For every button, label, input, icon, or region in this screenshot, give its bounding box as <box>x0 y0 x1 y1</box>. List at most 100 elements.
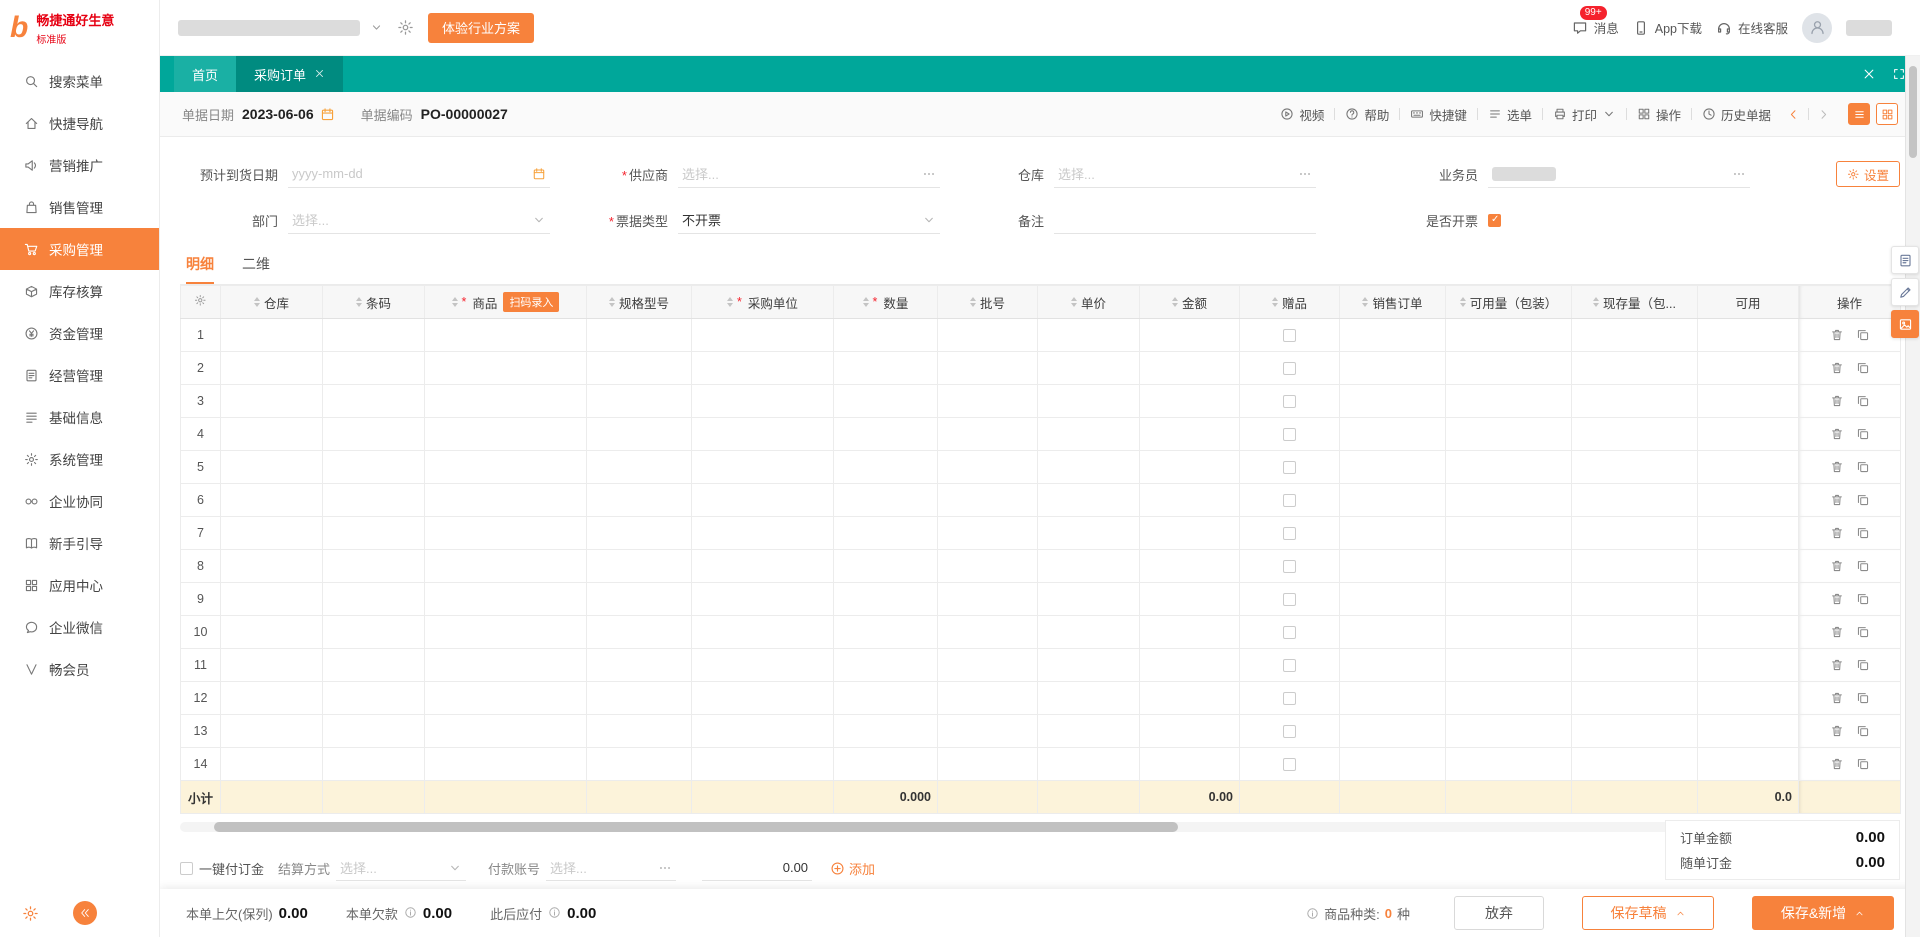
grid-cell-product[interactable] <box>424 615 587 649</box>
gift-checkbox[interactable] <box>1283 692 1296 706</box>
grid-cell-qty[interactable] <box>833 351 938 385</box>
gift-checkbox[interactable] <box>1283 527 1296 541</box>
grid-cell-unit[interactable] <box>691 351 834 385</box>
scan-entry-button[interactable]: 扫码录入 <box>503 292 560 312</box>
delete-row-button[interactable] <box>1830 558 1844 574</box>
copy-row-button[interactable] <box>1856 756 1870 772</box>
sidebar-item-link[interactable]: 企业协同 <box>0 480 159 522</box>
grid-cell-warehouse[interactable] <box>220 384 323 418</box>
copy-row-button[interactable] <box>1856 690 1870 706</box>
grid-cell-barcode[interactable] <box>322 648 425 682</box>
grid-cell-price[interactable] <box>1037 714 1140 748</box>
grid-cell-unit[interactable] <box>691 483 834 517</box>
grid-cell-spec[interactable] <box>586 681 692 715</box>
grid-cell-stock_pack[interactable] <box>1571 516 1698 550</box>
experience-plan-button[interactable]: 体验行业方案 <box>428 12 535 43</box>
delete-row-button[interactable] <box>1830 426 1844 442</box>
grid-cell-qty[interactable] <box>833 747 938 781</box>
detail-tab-0[interactable]: 明细 <box>186 245 214 284</box>
grid-cell-qty[interactable] <box>833 516 938 550</box>
grid-cell-spec[interactable] <box>586 483 692 517</box>
grid-cell-unit[interactable] <box>691 648 834 682</box>
grid-cell-product[interactable] <box>424 681 587 715</box>
sort-icon[interactable] <box>253 297 260 307</box>
grid-cell-stock_pack[interactable] <box>1571 549 1698 583</box>
info-circle-icon[interactable] <box>548 906 561 921</box>
grid-cell-qty[interactable] <box>833 582 938 616</box>
grid-cell-product[interactable] <box>424 582 587 616</box>
toolbar-action-apps[interactable]: 操作 <box>1637 105 1681 124</box>
copy-row-button[interactable] <box>1856 591 1870 607</box>
grid-cell-warehouse[interactable] <box>220 549 323 583</box>
grid-cell-stock_pack[interactable] <box>1571 681 1698 715</box>
grid-cell-unit[interactable] <box>691 549 834 583</box>
chevron-down-icon[interactable] <box>922 213 936 227</box>
grid-cell-amount[interactable] <box>1139 714 1240 748</box>
grid-cell-available_pack[interactable] <box>1445 714 1572 748</box>
save-draft-button[interactable]: 保存草稿 <box>1582 896 1714 930</box>
grid-cell-batch[interactable] <box>937 516 1038 550</box>
grid-cell-sales_order[interactable] <box>1339 549 1446 583</box>
grid-cell-stock_pack[interactable] <box>1571 417 1698 451</box>
grid-cell-warehouse[interactable] <box>220 582 323 616</box>
grid-cell-sales_order[interactable] <box>1339 351 1446 385</box>
delete-row-button[interactable] <box>1830 657 1844 673</box>
deposit-amount-input[interactable]: 0.00 <box>702 855 813 881</box>
grid-cell-amount[interactable] <box>1139 582 1240 616</box>
sidebar-item-chat[interactable]: 企业微信 <box>0 606 159 648</box>
close-all-tabs-icon[interactable] <box>1862 67 1876 81</box>
grid-cell-batch[interactable] <box>937 318 1038 352</box>
gift-checkbox[interactable] <box>1283 659 1296 673</box>
prev-doc-icon[interactable] <box>1787 108 1800 121</box>
grid-cell-spec[interactable] <box>586 648 692 682</box>
info-circle-icon[interactable] <box>404 906 417 921</box>
sidebar-item-member[interactable]: 畅会员 <box>0 648 159 690</box>
grid-cell-available[interactable] <box>1697 549 1799 583</box>
grid-cell-warehouse[interactable] <box>220 747 323 781</box>
grid-cell-available[interactable] <box>1697 450 1799 484</box>
expected-date-input[interactable]: yyyy-mm-dd <box>288 160 550 188</box>
grid-cell-barcode[interactable] <box>322 549 425 583</box>
doc-date-value[interactable]: 2023-06-06 <box>242 106 314 122</box>
gift-checkbox[interactable] <box>1283 560 1296 574</box>
grid-cell-warehouse[interactable] <box>220 483 323 517</box>
grid-cell-product[interactable] <box>424 648 587 682</box>
one-click-deposit-checkbox[interactable] <box>180 861 193 875</box>
copy-row-button[interactable] <box>1856 426 1870 442</box>
copy-row-button[interactable] <box>1856 624 1870 640</box>
one-click-deposit[interactable]: 一键付订金 <box>180 859 264 878</box>
grid-cell-barcode[interactable] <box>322 516 425 550</box>
grid-cell-price[interactable] <box>1037 318 1140 352</box>
notes-tool-button[interactable] <box>1891 246 1919 274</box>
grid-cell-available_pack[interactable] <box>1445 483 1572 517</box>
grid-cell-available[interactable] <box>1697 582 1799 616</box>
gift-checkbox[interactable] <box>1283 329 1296 343</box>
grid-cell-product[interactable] <box>424 384 587 418</box>
grid-cell-price[interactable] <box>1037 747 1140 781</box>
grid-cell-spec[interactable] <box>586 714 692 748</box>
add-payment-button[interactable]: 添加 <box>830 859 875 878</box>
delete-row-button[interactable] <box>1830 459 1844 475</box>
ellipsis-icon[interactable] <box>658 861 672 875</box>
grid-cell-stock_pack[interactable] <box>1571 582 1698 616</box>
grid-cell-spec[interactable] <box>586 384 692 418</box>
grid-cell-qty[interactable] <box>833 615 938 649</box>
delete-row-button[interactable] <box>1830 591 1844 607</box>
settle-method-select[interactable]: 选择... <box>336 855 467 881</box>
chevron-down-icon[interactable] <box>448 861 462 875</box>
grid-cell-product[interactable] <box>424 450 587 484</box>
sidebar-collapse-button[interactable] <box>73 901 97 925</box>
toolbar-action-history[interactable]: 历史单据 <box>1702 105 1771 124</box>
gift-checkbox[interactable] <box>1283 593 1296 607</box>
sidebar-item-cart[interactable]: 采购管理 <box>0 228 159 270</box>
grid-cell-unit[interactable] <box>691 582 834 616</box>
grid-cell-spec[interactable] <box>586 747 692 781</box>
grid-cell-spec[interactable] <box>586 615 692 649</box>
sidebar-item-search[interactable]: 搜索菜单 <box>0 60 159 102</box>
grid-cell-spec[interactable] <box>586 318 692 352</box>
grid-cell-amount[interactable] <box>1139 483 1240 517</box>
grid-cell-spec[interactable] <box>586 450 692 484</box>
grid-cell-sales_order[interactable] <box>1339 318 1446 352</box>
sidebar-item-doc[interactable]: 基础信息 <box>0 396 159 438</box>
grid-cell-unit[interactable] <box>691 516 834 550</box>
